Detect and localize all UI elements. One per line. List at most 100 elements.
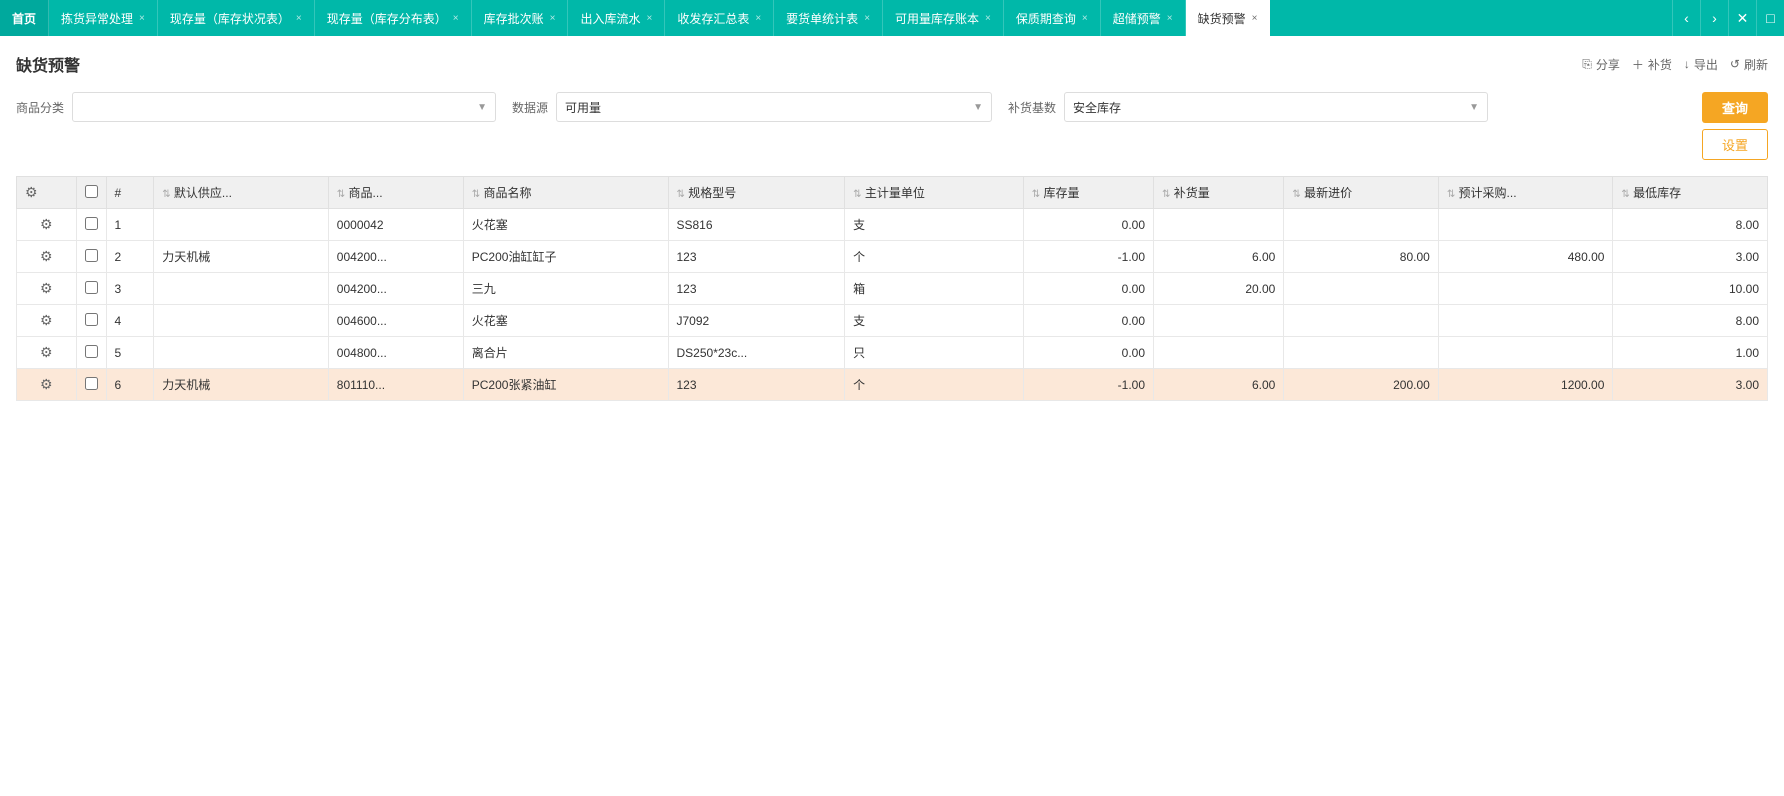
tab-label-inout-flow: 出入库流水 bbox=[580, 10, 640, 27]
row-gear-icon[interactable]: ⚙ bbox=[40, 248, 53, 264]
tab-overstock[interactable]: 超储预警 × bbox=[1101, 0, 1186, 36]
th-product-name[interactable]: ⇅ 商品名称 bbox=[463, 177, 668, 209]
header-actions: ⎘ 分享 ＋ 补货 ↓ 导出 ↺ 刷新 bbox=[1582, 56, 1768, 73]
row-checkbox[interactable] bbox=[85, 281, 98, 294]
td-product-code: 004600... bbox=[328, 305, 463, 337]
tab-label-inventory-status: 现存量（库存状况表） bbox=[170, 10, 290, 27]
replenish-base-select[interactable]: 安全库存 ▼ bbox=[1064, 92, 1488, 122]
close-window-button[interactable]: ✕ bbox=[1728, 0, 1756, 36]
td-gear[interactable]: ⚙ bbox=[17, 273, 77, 305]
tab-close-overstock[interactable]: × bbox=[1167, 13, 1173, 24]
td-checkbox[interactable] bbox=[76, 337, 106, 369]
tab-inventory-status[interactable]: 现存量（库存状况表） × bbox=[158, 0, 315, 36]
category-select[interactable]: ▼ bbox=[72, 92, 496, 122]
td-gear[interactable]: ⚙ bbox=[17, 369, 77, 401]
replenish-button[interactable]: ＋ 补货 bbox=[1632, 56, 1672, 73]
td-spec: 123 bbox=[668, 273, 845, 305]
row-gear-icon[interactable]: ⚙ bbox=[40, 344, 53, 360]
row-gear-icon[interactable]: ⚙ bbox=[40, 376, 53, 392]
datasource-arrow-icon: ▼ bbox=[973, 102, 983, 113]
tab-home[interactable]: 首页 bbox=[0, 0, 49, 36]
tab-abnormal[interactable]: 拣货异常处理× bbox=[49, 0, 158, 36]
tab-close-expiry-query[interactable]: × bbox=[1082, 13, 1088, 24]
td-unit: 支 bbox=[845, 209, 1024, 241]
th-stock[interactable]: ⇅ 库存量 bbox=[1023, 177, 1153, 209]
tab-batch-account[interactable]: 库存批次账× bbox=[472, 0, 569, 36]
next-tab-button[interactable]: › bbox=[1700, 0, 1728, 36]
td-stock: 0.00 bbox=[1023, 305, 1153, 337]
query-button[interactable]: 查询 bbox=[1702, 92, 1768, 123]
th-unit[interactable]: ⇅ 主计量单位 bbox=[845, 177, 1024, 209]
tab-close-order-stats[interactable]: × bbox=[864, 13, 870, 24]
tab-close-inout-flow[interactable]: × bbox=[646, 13, 652, 24]
td-latest-price bbox=[1284, 305, 1438, 337]
td-checkbox[interactable] bbox=[76, 305, 106, 337]
row-checkbox[interactable] bbox=[85, 345, 98, 358]
share-button[interactable]: ⎘ 分享 bbox=[1582, 56, 1620, 73]
td-gear[interactable]: ⚙ bbox=[17, 305, 77, 337]
tab-close-inventory-dist[interactable]: × bbox=[453, 13, 459, 24]
th-replenish-qty[interactable]: ⇅ 补货量 bbox=[1154, 177, 1284, 209]
row-checkbox[interactable] bbox=[85, 217, 98, 230]
select-all-checkbox[interactable] bbox=[85, 185, 98, 198]
td-min-stock: 8.00 bbox=[1613, 305, 1768, 337]
tab-close-shortage[interactable]: × bbox=[1252, 13, 1258, 24]
row-checkbox[interactable] bbox=[85, 249, 98, 262]
td-gear[interactable]: ⚙ bbox=[17, 337, 77, 369]
table-header-row: ⚙ # ⇅ 默认供应... ⇅ 商品... ⇅ 商品名称 bbox=[17, 177, 1768, 209]
td-unit: 支 bbox=[845, 305, 1024, 337]
td-checkbox[interactable] bbox=[76, 369, 106, 401]
th-est-purchase[interactable]: ⇅ 预计采购... bbox=[1438, 177, 1613, 209]
refresh-button[interactable]: ↺ 刷新 bbox=[1730, 56, 1768, 73]
row-checkbox[interactable] bbox=[85, 377, 98, 390]
setting-button[interactable]: 设置 bbox=[1702, 129, 1768, 160]
td-latest-price: 200.00 bbox=[1284, 369, 1438, 401]
table-row: ⚙4004600...火花塞J7092支0.008.00 bbox=[17, 305, 1768, 337]
td-gear[interactable]: ⚙ bbox=[17, 241, 77, 273]
tab-close-batch-account[interactable]: × bbox=[550, 13, 556, 24]
maximize-button[interactable]: □ bbox=[1756, 0, 1784, 36]
td-product-code: 004200... bbox=[328, 241, 463, 273]
td-stock: 0.00 bbox=[1023, 273, 1153, 305]
th-latest-price[interactable]: ⇅ 最新进价 bbox=[1284, 177, 1438, 209]
th-min-stock[interactable]: ⇅ 最低库存 bbox=[1613, 177, 1768, 209]
td-checkbox[interactable] bbox=[76, 273, 106, 305]
td-gear[interactable]: ⚙ bbox=[17, 209, 77, 241]
row-checkbox[interactable] bbox=[85, 313, 98, 326]
datasource-select[interactable]: 可用量 ▼ bbox=[556, 92, 992, 122]
tab-close-receive-summary[interactable]: × bbox=[755, 13, 761, 24]
tab-shortage[interactable]: 缺货预警× bbox=[1186, 0, 1271, 36]
tab-inventory-dist[interactable]: 现存量（库存分布表）× bbox=[315, 0, 472, 36]
tab-order-stats[interactable]: 要货单统计表× bbox=[774, 0, 883, 36]
td-latest-price bbox=[1284, 209, 1438, 241]
row-gear-icon[interactable]: ⚙ bbox=[40, 216, 53, 232]
td-supplier bbox=[154, 337, 329, 369]
td-checkbox[interactable] bbox=[76, 209, 106, 241]
row-gear-icon[interactable]: ⚙ bbox=[40, 312, 53, 328]
prev-tab-button[interactable]: ‹ bbox=[1672, 0, 1700, 36]
td-supplier: 力天机械 bbox=[154, 369, 329, 401]
tab-close-abnormal[interactable]: × bbox=[139, 13, 145, 24]
tab-label-receive-summary: 收发存汇总表 bbox=[677, 10, 749, 27]
th-default-supplier[interactable]: ⇅ 默认供应... bbox=[154, 177, 329, 209]
refresh-icon: ↺ bbox=[1730, 57, 1740, 71]
td-checkbox[interactable] bbox=[76, 241, 106, 273]
th-product-code[interactable]: ⇅ 商品... bbox=[328, 177, 463, 209]
export-button[interactable]: ↓ 导出 bbox=[1684, 56, 1718, 73]
th-settings[interactable]: ⚙ bbox=[17, 177, 77, 209]
tab-inout-flow[interactable]: 出入库流水 × bbox=[568, 0, 665, 36]
td-replenish-qty: 6.00 bbox=[1154, 369, 1284, 401]
tab-receive-summary[interactable]: 收发存汇总表 × bbox=[665, 0, 774, 36]
th-spec[interactable]: ⇅ 规格型号 bbox=[668, 177, 845, 209]
settings-gear-icon[interactable]: ⚙ bbox=[25, 184, 38, 200]
tab-close-inventory-status[interactable]: × bbox=[296, 13, 302, 24]
sort-icon-spec: ⇅ bbox=[677, 189, 685, 200]
td-product-name: 三九 bbox=[463, 273, 668, 305]
tab-available-ledger[interactable]: 可用量库存账本× bbox=[883, 0, 1004, 36]
td-min-stock: 3.00 bbox=[1613, 369, 1768, 401]
tab-close-available-ledger[interactable]: × bbox=[985, 13, 991, 24]
tab-label-overstock: 超储预警 bbox=[1113, 10, 1161, 27]
row-gear-icon[interactable]: ⚙ bbox=[40, 280, 53, 296]
td-product-code: 004800... bbox=[328, 337, 463, 369]
tab-expiry-query[interactable]: 保质期查询× bbox=[1004, 0, 1101, 36]
